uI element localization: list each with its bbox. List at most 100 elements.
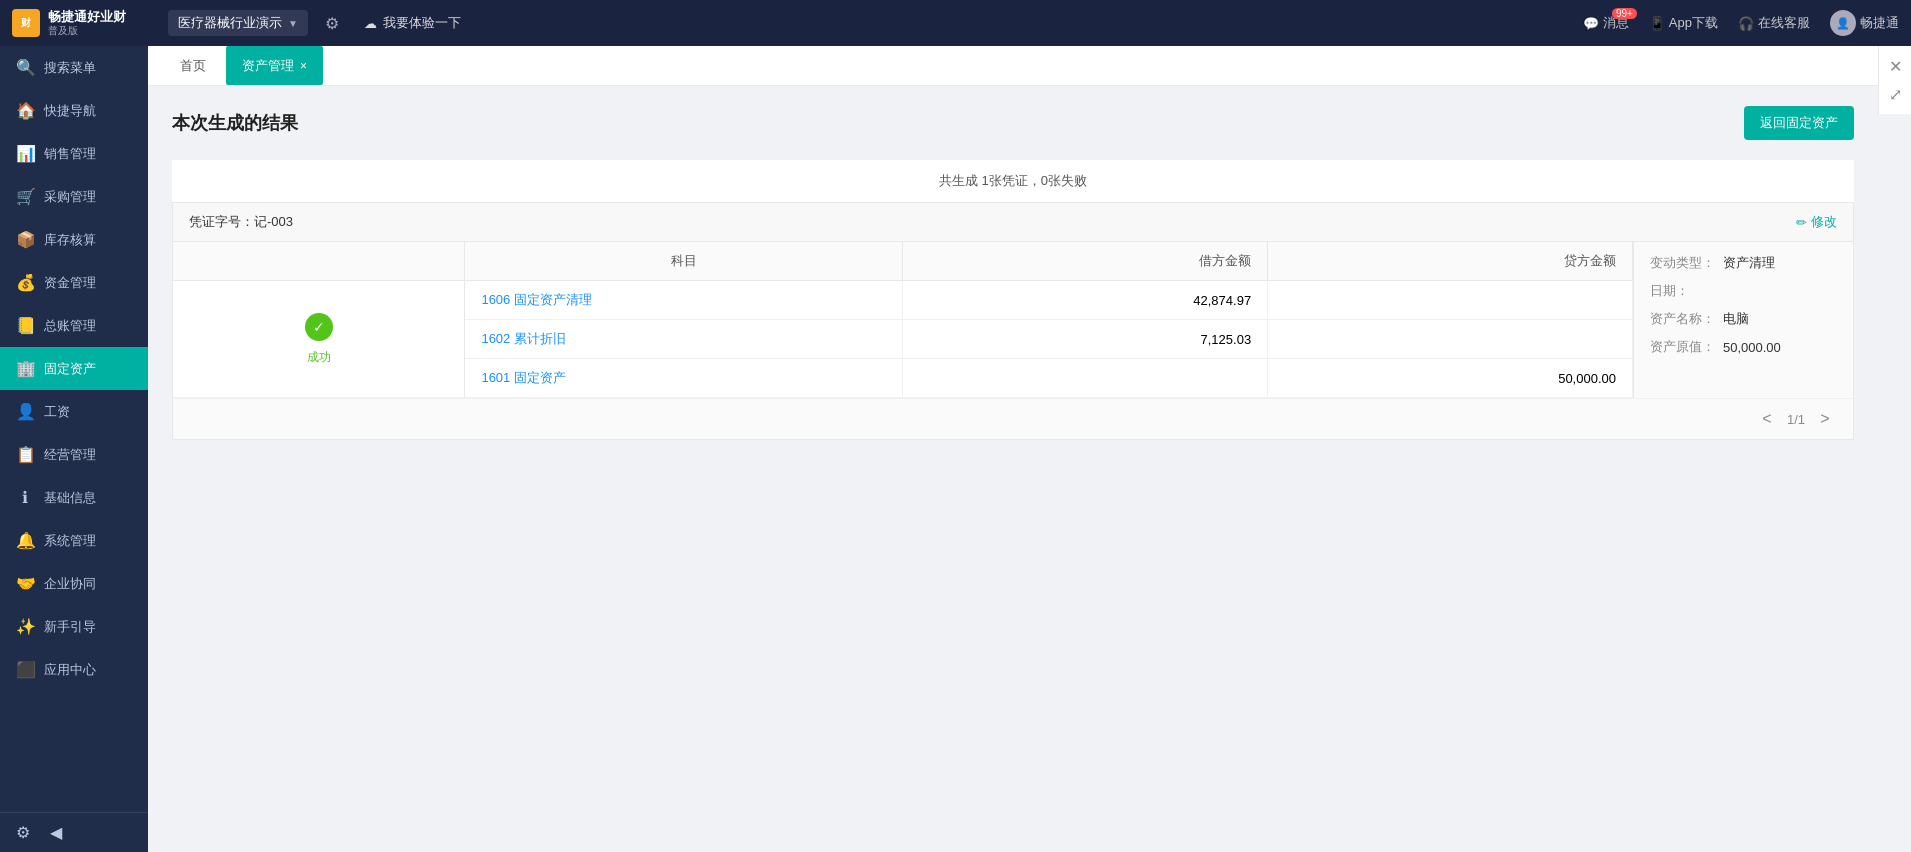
tab-home-label: 首页 [180,57,206,75]
sidebar-label-enterprise: 企业协同 [44,575,96,593]
sidebar-label-fixed-assets: 固定资产 [44,360,96,378]
sidebar-label-guide: 新手引导 [44,618,96,636]
sidebar-item-search[interactable]: 🔍 搜索菜单 [0,46,148,89]
home-icon: 🏠 [16,101,34,120]
subject-link-1606[interactable]: 1606 固定资产清理 [481,292,592,307]
expand-panel-button[interactable]: ⤢ [1883,82,1907,106]
experience-icon: ☁ [364,16,377,31]
subject-code-1606: 1606 [481,292,510,307]
sales-icon: 📊 [16,144,34,163]
credit-1606 [1268,281,1633,320]
voucher-number: 凭证字号：记-003 [189,213,293,231]
company-dropdown-arrow: ▼ [288,18,298,29]
sidebar-label-purchase: 采购管理 [44,188,96,206]
change-type-value: 资产清理 [1723,254,1775,272]
sidebar-label-search: 搜索菜单 [44,59,96,77]
panel-controls-container: ✕ ⤢ [1878,46,1911,852]
app-download-button[interactable]: 📱 App下载 [1649,14,1718,32]
date-label: 日期： [1650,282,1689,300]
tab-close-icon[interactable]: × [300,59,307,73]
return-button[interactable]: 返回固定资产 [1744,106,1854,140]
pagination-info: 1/1 [1787,412,1805,427]
operations-icon: 📋 [16,445,34,464]
page-title: 本次生成的结果 [172,111,298,135]
voucher-container: 凭证字号：记-003 ✏ 修改 科目 [172,202,1854,440]
experience-button[interactable]: ☁ 我要体验一下 [364,14,461,32]
sidebar-item-basic-info[interactable]: ℹ 基础信息 [0,476,148,519]
sidebar-item-inventory[interactable]: 📦 库存核算 [0,218,148,261]
sidebar-label-system: 系统管理 [44,532,96,550]
side-row-change-type: 变动类型： 资产清理 [1650,254,1837,272]
asset-name-value: 电脑 [1723,310,1749,328]
debit-1602: 7,125.03 [903,320,1268,359]
sidebar-label-ledger: 总账管理 [44,317,96,335]
sidebar-label-basic-info: 基础信息 [44,489,96,507]
sidebar-collapse-icon[interactable]: ◀ [50,823,62,842]
logo-text: 畅捷通好业财 普及版 [48,9,126,37]
voucher-table: 科目 借方金额 贷方金额 ✓ 成 [173,242,1633,398]
app-center-icon: ⬛ [16,660,34,679]
sidebar-item-purchase[interactable]: 🛒 采购管理 [0,175,148,218]
sidebar-item-system[interactable]: 🔔 系统管理 [0,519,148,562]
tab-asset-management-label: 资产管理 [242,57,294,75]
sidebar-item-operations[interactable]: 📋 经营管理 [0,433,148,476]
sidebar-label-payroll: 工资 [44,403,70,421]
online-service-button[interactable]: 🎧 在线客服 [1738,14,1810,32]
enterprise-icon: 🤝 [16,574,34,593]
voucher-side-panel: 变动类型： 资产清理 日期： 资产名称： 电脑 资产原值： [1633,242,1853,398]
debit-1606: 42,874.97 [903,281,1268,320]
pagination-next[interactable]: > [1813,407,1837,431]
tab-asset-management[interactable]: 资产管理 × [226,46,323,85]
summary-text: 共生成 1张凭证，0张失败 [939,173,1087,188]
content-area: 首页 资产管理 × 本次生成的结果 返回固定资产 共生成 1张凭证，0张失败 凭… [148,46,1878,852]
pagination-prev[interactable]: < [1755,407,1779,431]
credit-1601: 50,000.00 [1268,359,1633,398]
voucher-footer: < 1/1 > [173,398,1853,439]
sidebar-item-guide[interactable]: ✨ 新手引导 [0,605,148,648]
sidebar-item-fixed-assets[interactable]: 🏢 固定资产 [0,347,148,390]
basic-info-icon: ℹ [16,488,34,507]
close-panel-button[interactable]: ✕ [1883,54,1907,78]
col-header-credit: 贷方金额 [1268,242,1633,281]
sidebar-settings-icon[interactable]: ⚙ [16,823,30,842]
subject-name-1606: 固定资产清理 [514,292,592,307]
company-selector[interactable]: 医疗器械行业演示 ▼ [168,10,308,36]
subject-name-1602: 累计折旧 [514,331,566,346]
sidebar-item-funds[interactable]: 💰 资金管理 [0,261,148,304]
app-subtitle: 普及版 [48,25,126,37]
debit-1601 [903,359,1268,398]
table-row: ✓ 成功 1606 固定资产清理 [173,281,1633,320]
asset-name-label: 资产名称： [1650,310,1715,328]
sidebar-item-enterprise[interactable]: 🤝 企业协同 [0,562,148,605]
search-icon: 🔍 [16,58,34,77]
header-right: 💬 消息 99+ 📱 App下载 🎧 在线客服 👤 畅捷通 [1583,10,1899,36]
sidebar-item-sales[interactable]: 📊 销售管理 [0,132,148,175]
sidebar: 🔍 搜索菜单 🏠 快捷导航 📊 销售管理 🛒 采购管理 📦 库存核算 💰 资金管… [0,46,148,852]
subject-link-1601[interactable]: 1601 固定资产 [481,370,566,385]
tab-bar: 首页 资产管理 × [148,46,1878,86]
tab-home[interactable]: 首页 [164,46,222,85]
panel-control-buttons: ✕ ⤢ [1878,46,1911,114]
experience-label: 我要体验一下 [383,14,461,32]
messages-button[interactable]: 💬 消息 99+ [1583,14,1629,32]
sidebar-label-funds: 资金管理 [44,274,96,292]
sidebar-label-sales: 销售管理 [44,145,96,163]
inventory-icon: 📦 [16,230,34,249]
subject-code-1601: 1601 [481,370,510,385]
change-type-label: 变动类型： [1650,254,1715,272]
system-icon: 🔔 [16,531,34,550]
user-menu[interactable]: 👤 畅捷通 [1830,10,1899,36]
header-settings-button[interactable]: ⚙ [316,7,348,39]
ledger-icon: 📒 [16,316,34,335]
page-title-row: 本次生成的结果 返回固定资产 [172,106,1854,140]
edit-button[interactable]: ✏ 修改 [1796,213,1837,231]
avatar: 👤 [1830,10,1856,36]
voucher-header: 凭证字号：记-003 ✏ 修改 [173,203,1853,242]
sidebar-item-quick-nav[interactable]: 🏠 快捷导航 [0,89,148,132]
subject-link-1602[interactable]: 1602 累计折旧 [481,331,566,346]
voucher-layout: 科目 借方金额 贷方金额 ✓ 成 [173,242,1853,398]
sidebar-item-app-center[interactable]: ⬛ 应用中心 [0,648,148,691]
sidebar-item-payroll[interactable]: 👤 工资 [0,390,148,433]
sidebar-item-ledger[interactable]: 📒 总账管理 [0,304,148,347]
status-success-icon: ✓ [305,313,333,341]
